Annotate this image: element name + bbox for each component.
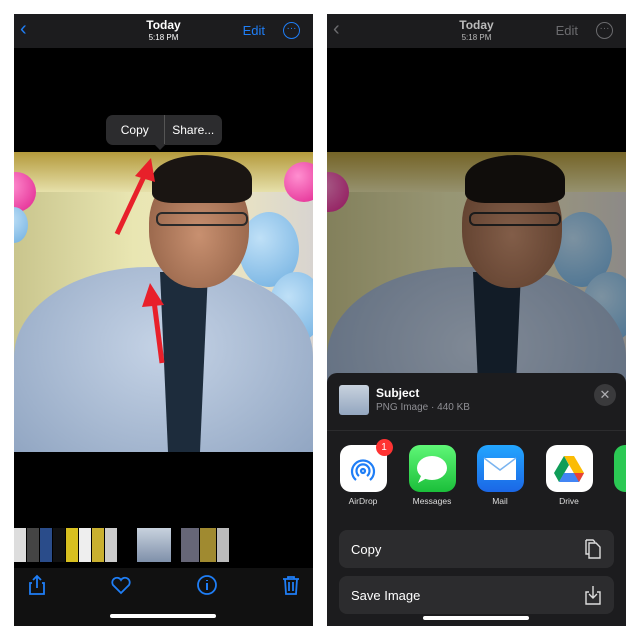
close-button[interactable]: ✕ [594, 384, 616, 406]
nav-bar: ‹ Today 5:18 PM Edit ··· [327, 14, 626, 48]
app-label: W [613, 496, 626, 506]
action-label: Copy [351, 541, 382, 557]
app-drive[interactable]: Drive [545, 445, 593, 506]
mail-icon [476, 445, 524, 492]
home-indicator [423, 616, 529, 620]
whatsapp-icon [613, 445, 626, 492]
google-drive-icon [545, 445, 593, 492]
nav-title: Today [146, 18, 181, 32]
nav-title: Today [459, 18, 494, 32]
app-mail[interactable]: Mail [476, 445, 524, 506]
share-sheet-screen: ‹ Today 5:18 PM Edit ··· Subject PNG Ima… [327, 14, 626, 626]
copy-menu-item[interactable]: Copy [106, 115, 164, 145]
bottom-toolbar [14, 568, 313, 626]
share-menu-item[interactable]: Share... [165, 115, 223, 145]
thumbnail-strip[interactable] [14, 528, 313, 562]
item-subtitle: PNG Image · 440 KB [376, 402, 470, 413]
balloon [284, 162, 313, 202]
red-arrow-icon [114, 158, 155, 236]
glasses [156, 212, 248, 226]
notification-badge: 1 [375, 439, 393, 456]
copy-icon [585, 539, 601, 559]
trash-icon[interactable] [280, 574, 302, 596]
photo-viewer-screen: ‹ Today 5:18 PM Edit ··· Copy Share... [14, 14, 313, 626]
divider [327, 430, 626, 431]
edit-button[interactable]: Edit [556, 23, 578, 38]
nav-time: 5:18 PM [461, 33, 492, 42]
edit-button[interactable]: Edit [243, 23, 265, 38]
more-button[interactable]: ··· [596, 22, 613, 39]
save-image-action[interactable]: Save Image [339, 576, 614, 614]
app-whatsapp[interactable]: W [613, 445, 626, 506]
balloon [14, 207, 28, 243]
item-thumbnail [339, 385, 369, 415]
nav-bar: ‹ Today 5:18 PM Edit ··· [14, 14, 313, 48]
app-label: AirDrop [348, 496, 378, 506]
home-indicator [110, 614, 216, 618]
item-title: Subject [376, 386, 420, 400]
red-arrow-icon [142, 283, 165, 364]
action-label: Save Image [351, 587, 421, 603]
app-label: Drive [559, 496, 579, 506]
heart-icon[interactable] [110, 574, 132, 596]
messages-icon [408, 445, 456, 492]
copy-action[interactable]: Copy [339, 530, 614, 568]
app-airdrop[interactable]: 1 AirDrop [339, 439, 393, 506]
hair [152, 155, 252, 203]
nav-time: 5:18 PM [148, 33, 179, 42]
app-messages[interactable]: Messages [408, 445, 456, 506]
menu-pointer [154, 144, 166, 150]
info-icon[interactable] [196, 574, 218, 596]
app-label: Mail [492, 496, 508, 506]
context-menu: Copy Share... [106, 115, 222, 145]
share-sheet: Subject PNG Image · 440 KB ✕ 1 AirDrop M… [327, 373, 626, 626]
airdrop-icon: 1 [339, 439, 393, 492]
save-icon [585, 586, 601, 605]
share-icon[interactable] [26, 574, 48, 596]
app-label: Messages [412, 496, 452, 506]
more-button[interactable]: ··· [283, 22, 300, 39]
